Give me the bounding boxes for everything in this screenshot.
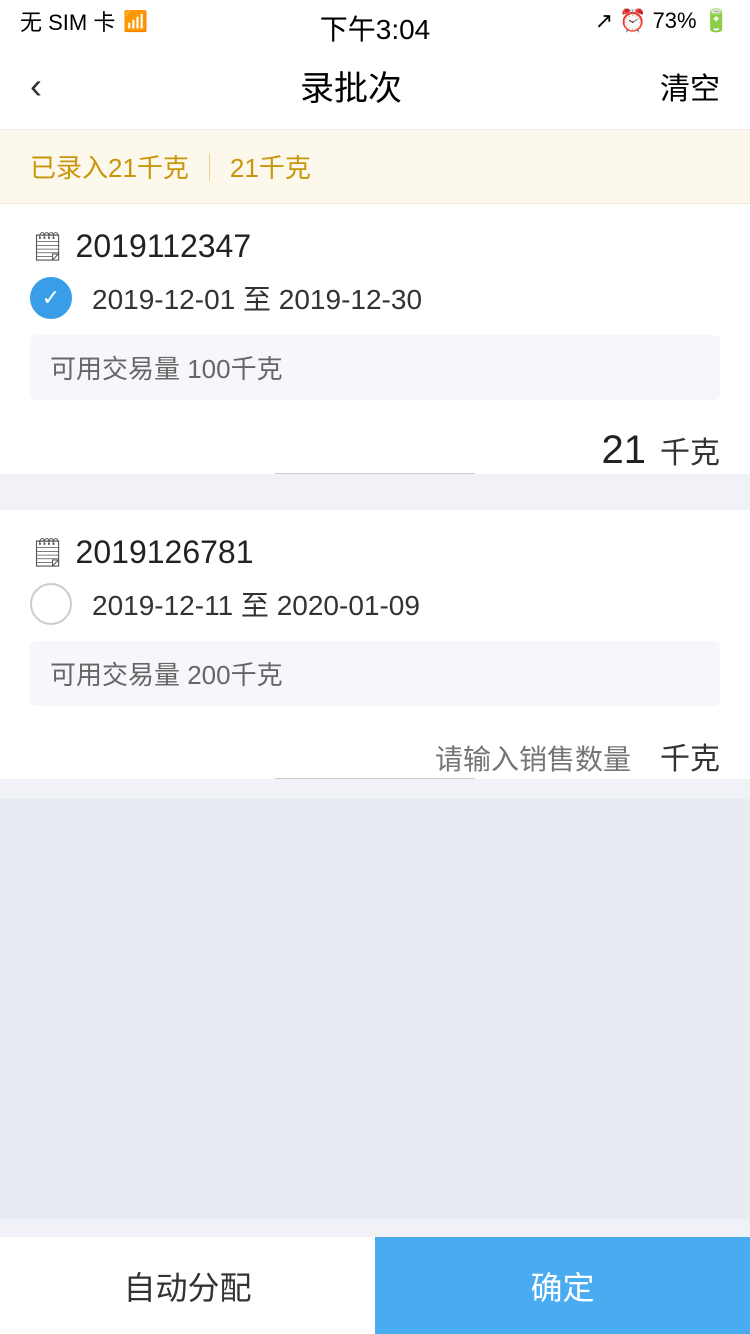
nav-bar: ‹ 录批次 清空 [0, 42, 750, 130]
available-label-1: 可用交易量 100千克 [50, 354, 283, 384]
sim-label: 无 SIM 卡 [20, 5, 115, 37]
doc-icon-2: 🗒 [30, 536, 66, 569]
total-label: 21千克 [230, 148, 311, 185]
available-label-2: 可用交易量 200千克 [50, 660, 283, 690]
battery-pct: 73% [653, 8, 697, 34]
card2-row: 2019-12-11 至 2020-01-09 [30, 583, 720, 625]
available-box-2: 可用交易量 200千克 [30, 641, 720, 706]
amount-value-1: 21 [602, 428, 647, 473]
card1-row: ✓ 2019-12-01 至 2019-12-30 [30, 277, 720, 319]
date-range-1: 2019-12-01 至 2019-12-30 [92, 278, 422, 318]
card2-header: 🗒 2019126781 [30, 534, 720, 571]
battery-icon: 🔋 [703, 8, 730, 34]
card1-header: 🗒 2019112347 [30, 228, 720, 265]
check-mark-1: ✓ [42, 285, 60, 311]
location-icon: ↗ [595, 8, 613, 34]
section-gap [0, 494, 750, 510]
auto-assign-button[interactable]: 自动分配 [0, 1237, 375, 1334]
banner-divider [209, 153, 210, 181]
back-button[interactable]: ‹ [30, 65, 42, 107]
doc-icon-1: 🗒 [30, 230, 66, 263]
page-title: 录批次 [300, 61, 402, 110]
info-banner: 已录入21千克 21千克 [0, 130, 750, 204]
wifi-icon: 📶 [123, 9, 148, 34]
input-row-2: 千克 [0, 722, 750, 778]
status-time: 下午3:04 [320, 8, 431, 48]
card2-inner: 🗒 2019126781 2019-12-11 至 2020-01-09 [0, 510, 750, 625]
amount-row-1: 21 千克 [0, 416, 750, 473]
batch-card-1: 🗒 2019112347 ✓ 2019-12-01 至 2019-12-30 可… [0, 204, 750, 474]
status-right: ↗ ⏰ 73% 🔋 [595, 8, 730, 34]
date-range-2: 2019-12-11 至 2020-01-09 [92, 584, 420, 624]
amount-unit-1: 千克 [660, 428, 720, 472]
available-box-1: 可用交易量 100千克 [30, 335, 720, 400]
clear-button[interactable]: 清空 [660, 64, 720, 108]
alarm-icon: ⏰ [619, 8, 646, 34]
radio-unchecked-2[interactable] [30, 583, 72, 625]
status-left: 无 SIM 卡 📶 [20, 5, 148, 37]
gray-area [0, 799, 750, 1219]
bottom-bar: 自动分配 确定 [0, 1236, 750, 1334]
confirm-button[interactable]: 确定 [375, 1237, 750, 1334]
amount-divider-1 [275, 473, 475, 474]
input-unit-2: 千克 [660, 734, 720, 778]
radio-checked-1[interactable]: ✓ [30, 277, 72, 319]
batch-id-1: 2019112347 [76, 228, 252, 265]
batch-id-2: 2019126781 [76, 534, 254, 571]
card1-inner: 🗒 2019112347 ✓ 2019-12-01 至 2019-12-30 [0, 204, 750, 319]
recorded-label: 已录入21千克 [30, 148, 189, 185]
quantity-input-2[interactable] [285, 744, 646, 776]
input-divider-2 [275, 778, 475, 779]
batch-card-2: 🗒 2019126781 2019-12-11 至 2020-01-09 可用交… [0, 510, 750, 779]
status-bar: 无 SIM 卡 📶 下午3:04 ↗ ⏰ 73% 🔋 [0, 0, 750, 42]
